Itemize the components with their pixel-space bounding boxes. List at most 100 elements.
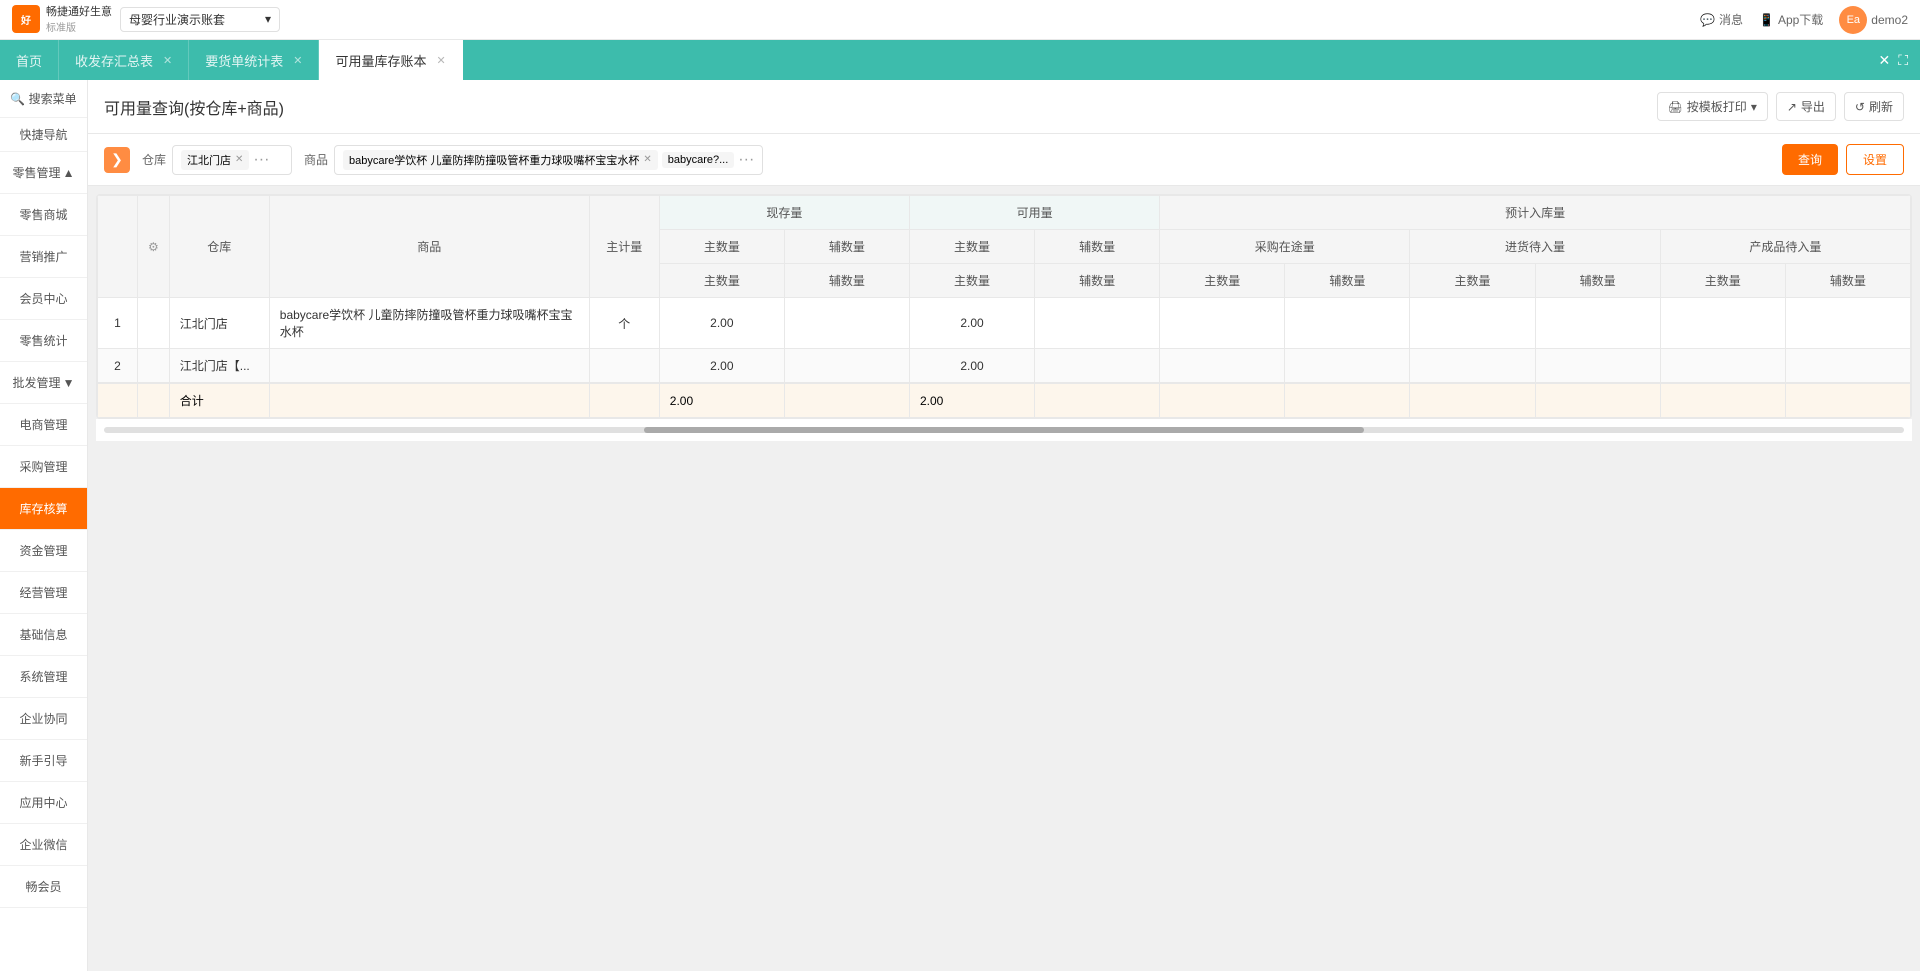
filter-actions: 查询 设置	[1782, 144, 1904, 175]
cell-cur-main-1: 2.00	[659, 298, 784, 349]
th-main-unit: 主计量	[589, 196, 659, 298]
table-row: 1 江北门店 babycare学饮杯 儿童防摔防撞吸管杯重力球吸嘴杯宝宝水杯 个…	[98, 298, 1911, 349]
sidebar-item-member-center[interactable]: 会员中心	[0, 278, 87, 320]
tab-available-inventory[interactable]: 可用量库存账本 ✕	[319, 40, 462, 80]
close-all-tabs-icon[interactable]: ✕	[1878, 52, 1890, 69]
footer-avail-main: 2.00	[909, 383, 1034, 418]
scroll-container	[96, 419, 1912, 441]
cell-prodp-main-1	[1660, 298, 1785, 349]
product-input[interactable]: babycare学饮杯 儿童防摔防撞吸管杯重力球吸嘴杯宝宝水杯 ✕ babyca…	[334, 145, 763, 175]
product-more-icon[interactable]: ···	[738, 151, 754, 169]
sidebar-item-retail-stats[interactable]: 零售统计	[0, 320, 87, 362]
footer-avail-aux	[1035, 383, 1160, 418]
user-profile[interactable]: Ea demo2	[1839, 6, 1908, 34]
th-index	[98, 196, 138, 298]
th-pp-main: 主数量	[1410, 264, 1535, 298]
fullscreen-icon[interactable]: ⛶	[1898, 52, 1908, 69]
sidebar-item-enterprise[interactable]: 企业协同	[0, 698, 87, 740]
sidebar-item-batch-mgmt[interactable]: 批发管理 ▼	[0, 362, 87, 404]
cell-warehouse-2: 江北门店【...	[169, 349, 269, 384]
sidebar-item-system[interactable]: 系统管理	[0, 656, 87, 698]
scrollbar-thumb	[644, 427, 1364, 433]
sidebar-item-purchase[interactable]: 采购管理	[0, 446, 87, 488]
cell-avail-main-2: 2.00	[909, 349, 1034, 384]
sidebar-item-app-center[interactable]: 应用中心	[0, 782, 87, 824]
warehouse-more-icon[interactable]: ···	[253, 151, 269, 169]
tab-available-inventory-label: 可用量库存账本	[335, 51, 426, 70]
th-av-main-qty: 主数量	[909, 264, 1034, 298]
sidebar-item-new-guide[interactable]: 新手引导	[0, 740, 87, 782]
th-av-aux-qty: 辅数量	[1035, 264, 1160, 298]
app-download-button[interactable]: 📱 App下载	[1759, 11, 1823, 28]
warehouse-input[interactable]: 江北门店 ✕ ···	[172, 145, 292, 175]
export-button[interactable]: ↗ 导出	[1776, 92, 1836, 121]
th-current-main: 主数量	[659, 230, 784, 264]
sidebar-item-retail-mgmt[interactable]: 零售管理 ▲	[0, 152, 87, 194]
refresh-button[interactable]: ↺ 刷新	[1844, 92, 1904, 121]
product-filter-group: 商品 babycare学饮杯 儿童防摔防撞吸管杯重力球吸嘴杯宝宝水杯 ✕ bab…	[304, 145, 763, 175]
sidebar-search[interactable]: 🔍 搜索菜单	[0, 80, 87, 118]
sidebar-quick-nav[interactable]: 快捷导航	[0, 118, 87, 152]
store-name: 母婴行业演示账套	[129, 11, 225, 28]
cell-avail-aux-2	[1035, 349, 1160, 384]
footer-pp-main	[1410, 383, 1535, 418]
sidebar-item-inventory[interactable]: 库存核算	[0, 488, 87, 530]
th-expected-in: 预计入库量	[1160, 196, 1911, 230]
page-header: 可用量查询(按仓库+商品) 🖨 按模板打印 ▾ ↗ 导出 ↺ 刷新	[88, 80, 1920, 134]
cell-settings-1	[138, 298, 170, 349]
tab-receive-summary-close[interactable]: ✕	[163, 54, 172, 67]
tab-home[interactable]: 首页	[0, 40, 59, 80]
filter-expand-button[interactable]: ❯	[104, 147, 130, 173]
refresh-icon: ↺	[1855, 100, 1865, 114]
footer-empty-3	[269, 383, 589, 418]
th-settings[interactable]: ⚙	[138, 196, 170, 298]
app-download-icon: 📱	[1759, 13, 1774, 27]
cell-pp-aux-1	[1535, 298, 1660, 349]
th-available: 可用量	[909, 196, 1159, 230]
query-button[interactable]: 查询	[1782, 144, 1838, 175]
sidebar: 🔍 搜索菜单 快捷导航 零售管理 ▲ 零售商城 营销推广 会员中心 零售统计 批…	[0, 80, 88, 971]
footer-pt-aux	[1285, 383, 1410, 418]
sidebar-item-finance[interactable]: 资金管理	[0, 530, 87, 572]
settings-gear-icon[interactable]: ⚙	[148, 240, 159, 254]
settings-button[interactable]: 设置	[1846, 144, 1904, 175]
top-bar-left: 好 畅捷通好生意 标准版 母婴行业演示账套 ▾	[12, 5, 280, 34]
footer-current-aux	[784, 383, 909, 418]
th-current-stock: 现存量	[659, 196, 909, 230]
avatar: Ea	[1839, 6, 1867, 34]
sidebar-item-vip[interactable]: 畅会员	[0, 866, 87, 908]
store-selector[interactable]: 母婴行业演示账套 ▾	[120, 7, 280, 32]
sidebar-item-operations[interactable]: 经营管理	[0, 572, 87, 614]
th-product: 商品	[269, 196, 589, 298]
tab-available-inventory-close[interactable]: ✕	[437, 54, 446, 67]
tab-order-stats-close[interactable]: ✕	[293, 54, 302, 67]
message-button[interactable]: 💬 消息	[1700, 11, 1743, 28]
sidebar-item-enterprise-wechat[interactable]: 企业微信	[0, 824, 87, 866]
sidebar-item-basic-info[interactable]: 基础信息	[0, 614, 87, 656]
product-tag-2: babycare?...	[662, 152, 735, 168]
tab-order-stats[interactable]: 要货单统计表 ✕	[189, 40, 319, 80]
main-layout: 🔍 搜索菜单 快捷导航 零售管理 ▲ 零售商城 营销推广 会员中心 零售统计 批…	[0, 80, 1920, 971]
tab-bar: 首页 收发存汇总表 ✕ 要货单统计表 ✕ 可用量库存账本 ✕ ✕ ⛶	[0, 40, 1920, 80]
sidebar-item-retail-mall[interactable]: 零售商城	[0, 194, 87, 236]
th-cur-main-qty: 主数量	[659, 264, 784, 298]
chevron-down-icon: ▾	[265, 12, 271, 26]
message-icon: 💬	[1700, 13, 1715, 27]
template-print-button[interactable]: 🖨 按模板打印 ▾	[1657, 92, 1768, 121]
cell-product-1: babycare学饮杯 儿童防摔防撞吸管杯重力球吸嘴杯宝宝水杯	[269, 298, 589, 349]
cell-cur-main-2: 2.00	[659, 349, 784, 384]
sidebar-item-ecommerce[interactable]: 电商管理	[0, 404, 87, 446]
cell-index-2: 2	[98, 349, 138, 384]
th-pt-main: 主数量	[1160, 264, 1285, 298]
footer-pp-aux	[1535, 383, 1660, 418]
warehouse-tag-close[interactable]: ✕	[235, 154, 243, 165]
cell-prodp-aux-1	[1785, 298, 1910, 349]
cell-product-2	[269, 349, 589, 384]
product-label: 商品	[304, 151, 328, 168]
product-tag-1-close[interactable]: ✕	[643, 154, 651, 165]
horizontal-scrollbar[interactable]	[104, 427, 1904, 433]
cell-pp-main-2	[1410, 349, 1535, 384]
tab-receive-summary[interactable]: 收发存汇总表 ✕	[59, 40, 189, 80]
logo-icon: 好	[12, 5, 40, 33]
sidebar-item-marketing[interactable]: 营销推广	[0, 236, 87, 278]
